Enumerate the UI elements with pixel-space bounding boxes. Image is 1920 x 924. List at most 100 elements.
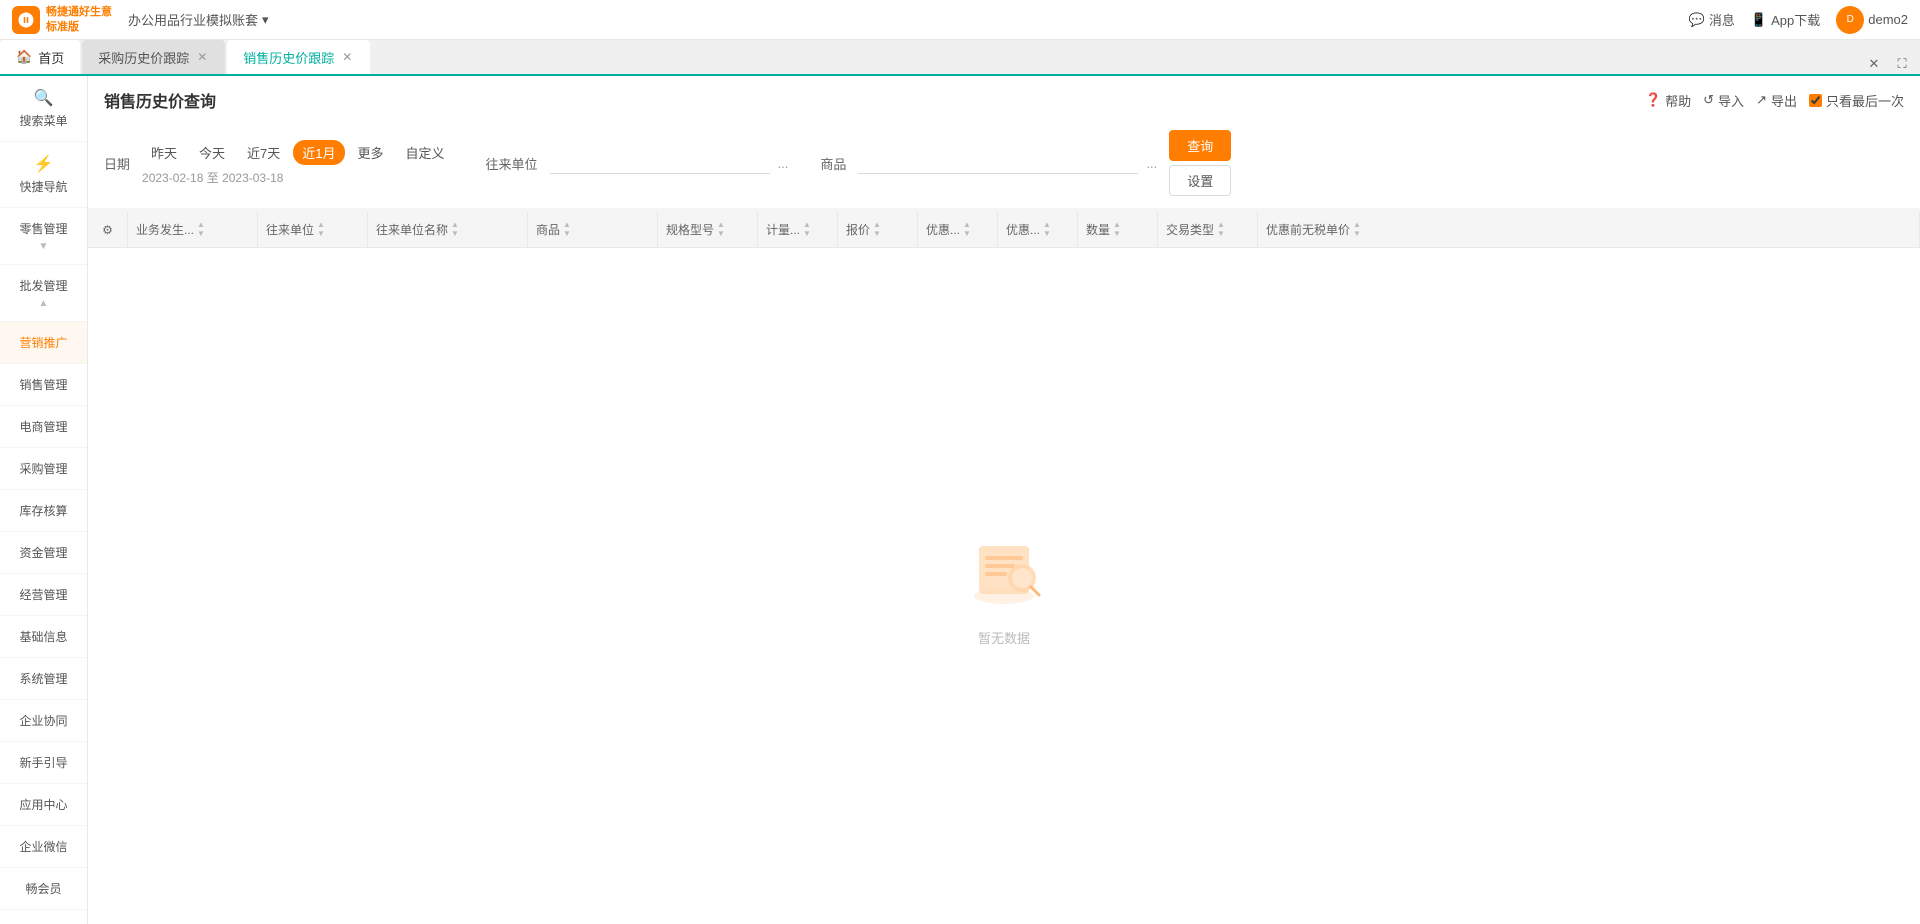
date-buttons: 昨天 今天 近7天 近1月 更多 自定义	[142, 140, 454, 165]
sidebar-item-vip[interactable]: 畅会员	[0, 868, 87, 910]
date-btn-today[interactable]: 今天	[190, 140, 234, 165]
sidebar-item-marketing[interactable]: 营销推广	[0, 322, 87, 364]
th-gear[interactable]: ⚙	[88, 212, 128, 247]
filter-buttons: 查询 设置	[1169, 130, 1231, 196]
sidebar-item-basic-info[interactable]: 基础信息	[0, 616, 87, 658]
export-action[interactable]: ↗ 导出	[1756, 91, 1797, 110]
th-partner-code[interactable]: 往来单位 ▲ ▼	[258, 212, 368, 247]
content-area: 销售历史价查询 ❓ 帮助 ↺ 导入 ↗ 导出	[88, 76, 1920, 924]
settings-button[interactable]: 设置	[1169, 165, 1231, 196]
partner-dots[interactable]: ...	[778, 156, 789, 171]
table-area: ⚙ 业务发生... ▲ ▼ 往来单位 ▲ ▼ 往	[88, 212, 1920, 924]
th-unit[interactable]: 计量... ▲ ▼	[758, 212, 838, 247]
sort-icons-trade: ▲ ▼	[1217, 221, 1225, 238]
last-only-checkbox-area[interactable]: 只看最后一次	[1809, 91, 1904, 110]
user-menu[interactable]: D demo2	[1836, 6, 1908, 34]
partner-label: 往来单位	[486, 154, 538, 173]
date-btn-last1m[interactable]: 近1月	[293, 140, 344, 165]
tab-bar: 🏠 首页 采购历史价跟踪 ✕ 销售历史价跟踪 ✕ ✕ ⛶	[0, 40, 1920, 76]
empty-icon	[959, 526, 1049, 616]
sidebar-item-enterprise[interactable]: 企业协同	[0, 700, 87, 742]
settings-icon: ⚙	[102, 223, 113, 237]
sidebar-item-purchase[interactable]: 采购管理	[0, 448, 87, 490]
page-header-actions: ❓ 帮助 ↺ 导入 ↗ 导出 只看最后一次	[1645, 91, 1904, 110]
shortcuts-icon: ⚡	[34, 154, 54, 174]
import-action[interactable]: ↺ 导入	[1703, 91, 1744, 110]
last-only-checkbox[interactable]	[1809, 94, 1822, 107]
table-header: ⚙ 业务发生... ▲ ▼ 往来单位 ▲ ▼ 往	[88, 212, 1920, 248]
help-icon: ❓	[1645, 92, 1661, 108]
partner-input[interactable]	[550, 152, 770, 174]
th-qty[interactable]: 数量 ▲ ▼	[1078, 212, 1158, 247]
date-btn-yesterday[interactable]: 昨天	[142, 140, 186, 165]
sidebar-item-operations[interactable]: 经营管理	[0, 574, 87, 616]
logo-area: 畅捷通好生意 标准版	[12, 5, 112, 34]
page-header: 销售历史价查询 ❓ 帮助 ↺ 导入 ↗ 导出	[88, 76, 1920, 122]
sort-icons-disc1: ▲ ▼	[963, 221, 971, 238]
sidebar-item-wholesale[interactable]: 批发管理 ▲	[0, 265, 87, 322]
th-spec[interactable]: 规格型号 ▲ ▼	[658, 212, 758, 247]
tab-home[interactable]: 🏠 首页	[0, 40, 80, 74]
goods-label: 商品	[820, 154, 846, 173]
sidebar-item-finance[interactable]: 资金管理	[0, 532, 87, 574]
query-button[interactable]: 查询	[1169, 130, 1231, 161]
sidebar-item-newbie[interactable]: 新手引导	[0, 742, 87, 784]
help-action[interactable]: ❓ 帮助	[1645, 91, 1691, 110]
filter-row: 日期 昨天 今天 近7天 近1月 更多 自定义 2023-02-18 至 202…	[104, 130, 1904, 196]
date-label: 日期	[104, 154, 130, 173]
sort-icons-pretax: ▲ ▼	[1353, 221, 1361, 238]
th-quote[interactable]: 报价 ▲ ▼	[838, 212, 918, 247]
sort-icons-biz: ▲ ▼	[197, 221, 205, 238]
sidebar-item-shortcuts[interactable]: ⚡ 快捷导航	[0, 142, 87, 208]
th-goods[interactable]: 商品 ▲ ▼	[528, 212, 658, 247]
goods-input[interactable]	[858, 152, 1138, 174]
th-pretax[interactable]: 优惠前无税单价 ▲ ▼	[1258, 212, 1920, 247]
th-discount2[interactable]: 优惠... ▲ ▼	[998, 212, 1078, 247]
partner-field: ...	[550, 152, 789, 174]
message-action[interactable]: 💬 消息	[1689, 10, 1735, 29]
sidebar-item-ecommerce[interactable]: 电商管理	[0, 406, 87, 448]
th-discount1[interactable]: 优惠... ▲ ▼	[918, 212, 998, 247]
close-all-tabs[interactable]: ✕	[1864, 54, 1884, 74]
main-layout: 🔍 搜索菜单 ⚡ 快捷导航 零售管理 ▼ 批发管理 ▲ 营销推广 销售管理 电商…	[0, 76, 1920, 924]
close-tab-purchase[interactable]: ✕	[195, 50, 209, 64]
sidebar-item-sales[interactable]: 销售管理	[0, 364, 87, 406]
th-partner-name[interactable]: 往来单位名称 ▲ ▼	[368, 212, 528, 247]
sidebar-item-retail[interactable]: 零售管理 ▼	[0, 208, 87, 265]
app-selector[interactable]: 办公用品行业模拟账套 ▾	[120, 6, 277, 33]
th-biz-date[interactable]: 业务发生... ▲ ▼	[128, 212, 258, 247]
tab-sales-history[interactable]: 销售历史价跟踪 ✕	[227, 40, 370, 74]
download-icon: 📱	[1751, 12, 1767, 28]
goods-dots[interactable]: ...	[1146, 156, 1157, 171]
app-download-action[interactable]: 📱 App下载	[1751, 10, 1820, 29]
sidebar-item-wechat[interactable]: 企业微信	[0, 826, 87, 868]
sidebar-item-search[interactable]: 🔍 搜索菜单	[0, 76, 87, 142]
sort-icons-spec: ▲ ▼	[717, 221, 725, 238]
message-icon: 💬	[1689, 12, 1705, 28]
sort-icons-unit: ▲ ▼	[803, 221, 811, 238]
filter-bar: 日期 昨天 今天 近7天 近1月 更多 自定义 2023-02-18 至 202…	[88, 122, 1920, 208]
date-btn-custom[interactable]: 自定义	[397, 140, 454, 165]
date-btn-more[interactable]: 更多	[349, 140, 393, 165]
export-icon: ↗	[1756, 92, 1767, 108]
avatar: D	[1836, 6, 1864, 34]
sort-icons-disc2: ▲ ▼	[1043, 221, 1051, 238]
chevron-icon: ▼	[39, 241, 49, 252]
logo-icon	[12, 6, 40, 34]
tab-bar-actions: ✕ ⛶	[1856, 54, 1920, 74]
sidebar-item-apps[interactable]: 应用中心	[0, 784, 87, 826]
sort-icons-qty: ▲ ▼	[1113, 221, 1121, 238]
date-btn-last7[interactable]: 近7天	[238, 140, 289, 165]
chevron-icon-2: ▲	[39, 298, 49, 309]
close-tab-sales[interactable]: ✕	[340, 50, 354, 64]
sidebar-item-system[interactable]: 系统管理	[0, 658, 87, 700]
top-bar: 畅捷通好生意 标准版 办公用品行业模拟账套 ▾ 💬 消息 📱 App下载 D d…	[0, 0, 1920, 40]
import-icon: ↺	[1703, 92, 1714, 108]
home-icon: 🏠	[16, 49, 32, 65]
th-trade-type[interactable]: 交易类型 ▲ ▼	[1158, 212, 1258, 247]
tab-purchase-history[interactable]: 采购历史价跟踪 ✕	[82, 40, 225, 74]
sidebar-item-inventory[interactable]: 库存核算	[0, 490, 87, 532]
logo-text: 畅捷通好生意 标准版	[46, 5, 112, 34]
maximize-action[interactable]: ⛶	[1892, 54, 1912, 74]
search-icon: 🔍	[34, 88, 54, 108]
